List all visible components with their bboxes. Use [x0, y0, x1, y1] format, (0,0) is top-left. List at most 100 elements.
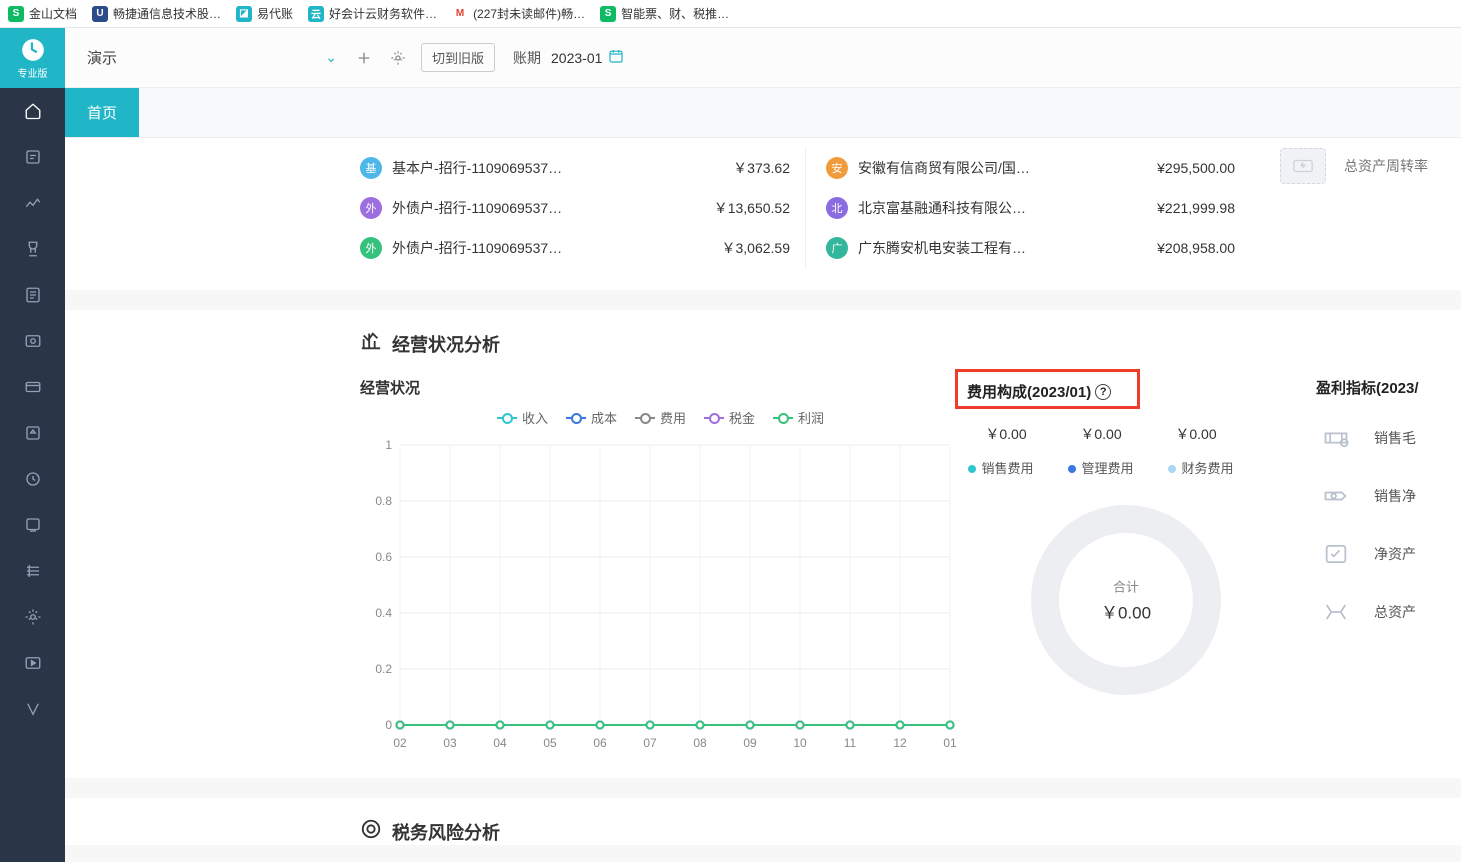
sidebar-item-v[interactable] [0, 686, 65, 732]
legend-marker-icon [635, 413, 655, 423]
settings-icon[interactable] [381, 41, 415, 75]
topbar: 演示 ⌄ 切到旧版 账期 2023-01 [65, 28, 1461, 88]
bookmark-item[interactable]: ◪易代账 [236, 5, 293, 22]
sidebar-item-7[interactable] [0, 410, 65, 456]
profit-label: 总资产 [1374, 602, 1416, 622]
money-icon [1280, 148, 1326, 184]
item-name: 外债户-招行-1109069537… [392, 238, 722, 258]
legend-marker-icon [497, 413, 517, 423]
tabs: 首页 [65, 88, 1461, 138]
item-name: 安徽有信商贸有限公司/国… [858, 158, 1157, 178]
svg-text:0: 0 [385, 718, 392, 732]
kpi-label: 总资产周转率 [1344, 156, 1428, 176]
legend-label: 成本 [591, 408, 617, 427]
item-value: ¥295,500.00 [1157, 160, 1235, 176]
accounts-card: 基基本户-招行-1109069537…￥373.62外外债户-招行-110906… [360, 148, 800, 268]
profit-label: 净资产 [1374, 544, 1416, 564]
item-name: 广东腾安机电安装工程有… [858, 238, 1157, 258]
sidebar-logo[interactable]: 专业版 [0, 28, 65, 88]
sidebar-item-home[interactable] [0, 88, 65, 134]
bookmark-item[interactable]: U畅捷通信息技术股… [92, 5, 221, 22]
sidebar-item-5[interactable] [0, 318, 65, 364]
item-value: ¥208,958.00 [1157, 240, 1235, 256]
cost-legend-label: 管理费用 [1081, 461, 1133, 476]
bookmark-item[interactable]: M(227封未读邮件)畅… [452, 5, 585, 22]
legend-item[interactable]: 成本 [566, 408, 617, 427]
list-item[interactable]: 安安徽有信商贸有限公司/国…¥295,500.00 [826, 148, 1235, 188]
section-head-tax: 税务风险分析 [355, 818, 1461, 845]
chevron-down-icon: ⌄ [325, 49, 337, 66]
sidebar-item-settings[interactable] [0, 594, 65, 640]
dot-icon [968, 465, 976, 473]
list-item[interactable]: 外外债户-招行-1109069537…￥13,650.52 [360, 188, 790, 228]
bookmark-item[interactable]: S金山文档 [8, 5, 77, 22]
analysis-title: 经营状况分析 [392, 331, 500, 357]
sidebar-item-8[interactable] [0, 456, 65, 502]
svg-text:04: 04 [493, 736, 507, 750]
bookmark-icon: U [92, 6, 108, 22]
list-item[interactable]: 基基本户-招行-1109069537…￥373.62 [360, 148, 790, 188]
bookmark-icon: S [8, 6, 24, 22]
profit-icon [1316, 536, 1356, 572]
cost-legend-item[interactable]: 销售费用 [968, 458, 1033, 477]
bookmark-icon: M [452, 6, 468, 22]
highlight-box [955, 369, 1140, 409]
company-select-value: 演示 [87, 47, 117, 68]
company-select[interactable]: 演示 ⌄ [77, 41, 347, 75]
calendar-icon[interactable] [608, 48, 624, 67]
list-item[interactable]: 外外债户-招行-1109069537…￥3,062.59 [360, 228, 790, 268]
sidebar-item-6[interactable] [0, 364, 65, 410]
sidebar-item-9[interactable] [0, 502, 65, 548]
profit-item: 总资产 [1316, 594, 1461, 630]
switch-old-button[interactable]: 切到旧版 [421, 43, 495, 72]
sidebar-item-10[interactable] [0, 548, 65, 594]
legend-item[interactable]: 费用 [635, 408, 686, 427]
sidebar-item-video[interactable] [0, 640, 65, 686]
cost-legend-item[interactable]: 管理费用 [1068, 458, 1133, 477]
main: 演示 ⌄ 切到旧版 账期 2023-01 首页 基基本户-招行-11090695… [65, 28, 1461, 862]
svg-text:09: 09 [743, 736, 757, 750]
svg-text:08: 08 [693, 736, 707, 750]
bookmark-item[interactable]: 云好会计云财务软件… [308, 5, 437, 22]
sidebar-item-3[interactable] [0, 226, 65, 272]
business-analysis-section: 经营状况分析 经营状况 收入成本费用税金利润 00.20.40.60.81020… [65, 310, 1461, 778]
sidebar-item-4[interactable] [0, 272, 65, 318]
bookmark-icon: S [600, 6, 616, 22]
list-item[interactable]: 广广东腾安机电安装工程有…¥208,958.00 [826, 228, 1235, 268]
profit-item: 净资产 [1316, 536, 1461, 572]
dot-icon [1068, 465, 1076, 473]
sidebar-item-1[interactable] [0, 134, 65, 180]
tab-home[interactable]: 首页 [65, 88, 139, 137]
legend-item[interactable]: 利润 [773, 408, 824, 427]
cost-legend-item[interactable]: 财务费用 [1168, 458, 1233, 477]
kpi-card: 总资产周转率 [1245, 148, 1461, 268]
sidebar-item-2[interactable] [0, 180, 65, 226]
profit-item: 销售净 [1316, 478, 1461, 514]
period-label: 账期 [513, 48, 541, 68]
list-item[interactable]: 北北京富基融通科技有限公…¥221,999.98 [826, 188, 1235, 228]
sidebar: 专业版 [0, 28, 65, 862]
svg-text:01: 01 [943, 736, 957, 750]
item-icon: 安 [826, 157, 848, 179]
legend-marker-icon [566, 413, 586, 423]
legend-item[interactable]: 收入 [497, 408, 548, 427]
bookmark-icon: 云 [308, 6, 324, 22]
tax-title: 税务风险分析 [392, 819, 500, 845]
kpi-item-turnover: 总资产周转率 [1280, 148, 1461, 184]
item-name: 外债户-招行-1109069537… [392, 198, 714, 218]
content: 基基本户-招行-1109069537…￥373.62外外债户-招行-110906… [65, 138, 1461, 862]
item-icon: 北 [826, 197, 848, 219]
legend-item[interactable]: 税金 [704, 408, 755, 427]
item-icon: 基 [360, 157, 382, 179]
profit-icon [1316, 478, 1356, 514]
svg-text:1: 1 [385, 438, 392, 452]
item-name: 基本户-招行-1109069537… [392, 158, 733, 178]
legend-marker-icon [704, 413, 724, 423]
bookmark-item[interactable]: S智能票、财、税推… [600, 5, 729, 22]
bookmark-label: 好会计云财务软件… [329, 5, 437, 22]
svg-text:0.4: 0.4 [375, 606, 392, 620]
cost-legend: 销售费用 管理费用 财务费用 [961, 458, 1241, 477]
add-icon[interactable] [347, 41, 381, 75]
legend-marker-icon [773, 413, 793, 423]
donut-chart: 合计 ￥0.00 [1031, 505, 1221, 695]
